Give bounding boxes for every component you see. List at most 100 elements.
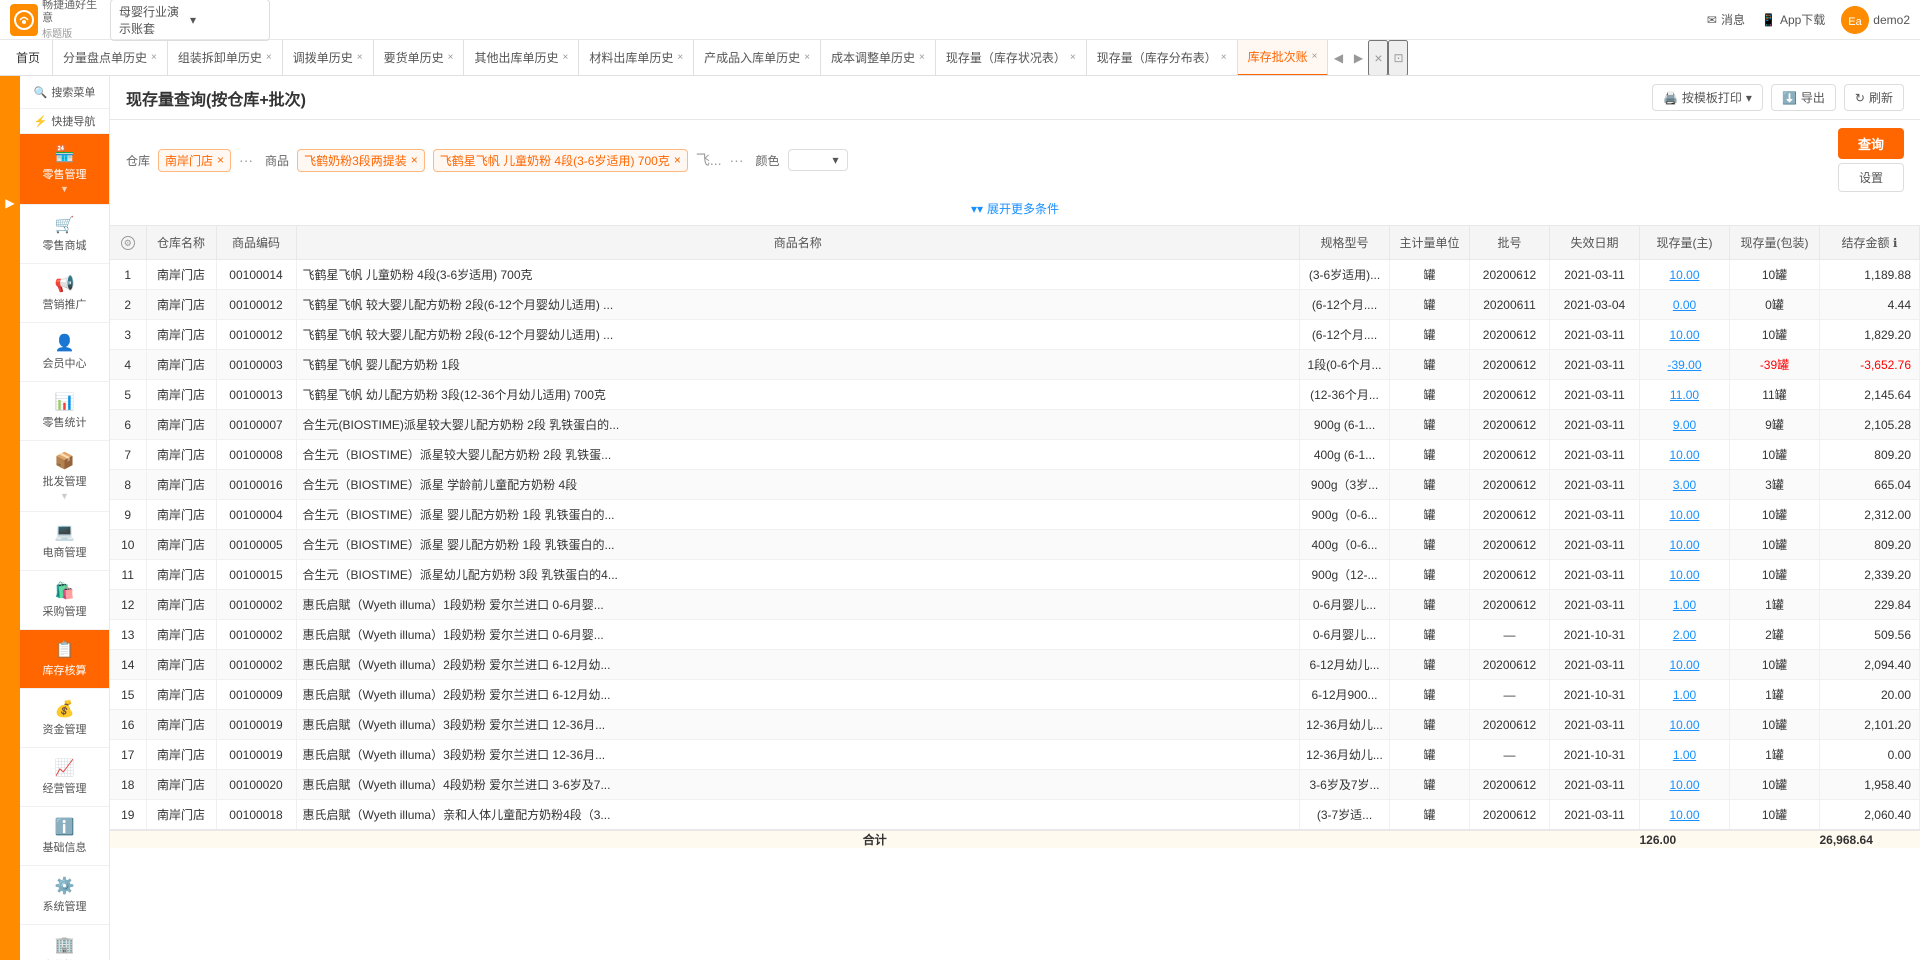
cell-stock-main[interactable]: 10.00 — [1640, 500, 1730, 530]
cell-stock-main[interactable]: 10.00 — [1640, 560, 1730, 590]
tab-close-all-btn[interactable]: × — [1368, 40, 1388, 76]
logo-sub: 标题版 — [42, 25, 100, 40]
cell-product-name: 飞鹤星飞帆 幼儿配方奶粉 3段(12-36个月幼儿适用) 700克 — [296, 380, 1300, 410]
cell-stock-main[interactable]: 1.00 — [1640, 590, 1730, 620]
product-more[interactable]: 飞... — [696, 150, 722, 170]
cell-batch: 20200612 — [1470, 380, 1550, 410]
sidebar-item-finance[interactable]: 💰 资金管理 — [20, 689, 109, 748]
cell-stock-main[interactable]: 10.00 — [1640, 260, 1730, 290]
tab-bar: 首页 分量盘点单历史 × 组装拆卸单历史 × 调拨单历史 × 要货单历史 × 其… — [0, 40, 1920, 76]
tab-close-req[interactable]: × — [448, 52, 454, 63]
cell-expire: 2021-03-11 — [1550, 590, 1640, 620]
message-icon: ✉ — [1707, 13, 1717, 27]
tab-req-history[interactable]: 要货单历史 × — [374, 40, 465, 76]
cell-stock-main[interactable]: -39.00 — [1640, 350, 1730, 380]
settings-col-icon[interactable]: ⚙ — [121, 236, 135, 250]
tab-close-cost-adjust[interactable]: × — [919, 52, 925, 63]
tab-max-btn[interactable]: ⊡ — [1388, 40, 1408, 76]
sidebar-item-inventory[interactable]: 📋 库存核算 — [20, 630, 109, 689]
tab-close-split[interactable]: × — [151, 52, 157, 63]
warehouse-filter-tag[interactable]: 南岸门店 × — [158, 149, 231, 172]
tab-close-other-out[interactable]: × — [562, 52, 568, 63]
sidebar-search[interactable]: 🔍 搜索菜单 — [20, 76, 109, 109]
sidebar-item-enterprise[interactable]: 🏢 企业协同 — [20, 925, 109, 960]
sidebar-item-retail-mgmt[interactable]: 🏪 零售管理 ▼ — [20, 134, 109, 205]
tab-stock-dist[interactable]: 现存量（库存分布表） × — [1087, 40, 1238, 76]
warehouse-more[interactable]: ··· — [239, 152, 253, 168]
sidebar-item-ecommerce[interactable]: 💻 电商管理 — [20, 512, 109, 571]
sidebar-item-retail-store[interactable]: 🛒 零售商城 — [20, 205, 109, 264]
warehouse-tag-close[interactable]: × — [217, 153, 224, 167]
cell-unit: 罐 — [1390, 320, 1470, 350]
app-download-btn[interactable]: 📱 App下载 — [1761, 11, 1825, 28]
export-btn[interactable]: ⬇️ 导出 — [1771, 84, 1836, 111]
product-tag-2-close[interactable]: × — [674, 153, 681, 167]
cell-stock-main[interactable]: 10.00 — [1640, 320, 1730, 350]
refresh-btn[interactable]: ↻ 刷新 — [1844, 84, 1904, 111]
print-btn[interactable]: 🖨️ 按模板打印 ▾ — [1652, 84, 1763, 111]
tab-close-product-in[interactable]: × — [804, 52, 810, 63]
user-avatar-btn[interactable]: Ea demo2 — [1841, 6, 1910, 34]
tab-split-history[interactable]: 分量盘点单历史 × — [53, 40, 168, 76]
tab-close-material-out[interactable]: × — [677, 52, 683, 63]
sidebar-quick-nav[interactable]: ⚡ 快捷导航 — [20, 109, 109, 134]
cell-stock-main[interactable]: 11.00 — [1640, 380, 1730, 410]
product-more-dots[interactable]: ··· — [730, 152, 744, 168]
header-actions: 🖨️ 按模板打印 ▾ ⬇️ 导出 ↻ 刷新 — [1652, 84, 1904, 111]
cell-stock-main[interactable]: 10.00 — [1640, 770, 1730, 800]
cell-stock-pack: 1罐 — [1730, 590, 1820, 620]
search-btn[interactable]: 查询 — [1838, 128, 1904, 159]
tab-close-stock-status[interactable]: × — [1070, 52, 1076, 63]
tab-prev-btn[interactable]: ◀ — [1328, 40, 1348, 76]
cell-stock-main[interactable]: 1.00 — [1640, 740, 1730, 770]
tab-next-btn[interactable]: ▶ — [1348, 40, 1368, 76]
cell-stock-main[interactable]: 9.00 — [1640, 410, 1730, 440]
sidebar-item-retail-stats[interactable]: 📊 零售统计 — [20, 382, 109, 441]
cell-stock-main[interactable]: 1.00 — [1640, 680, 1730, 710]
sidebar-item-member[interactable]: 👤 会员中心 — [20, 323, 109, 382]
cell-stock-main[interactable]: 10.00 — [1640, 800, 1730, 831]
inventory-table: ⚙ 仓库名称 商品编码 商品名称 规格型号 主计量单位 批号 失效日期 现存量(… — [110, 226, 1920, 848]
tab-cost-adjust[interactable]: 成本调整单历史 × — [821, 40, 936, 76]
cell-stock-main[interactable]: 0.00 — [1640, 290, 1730, 320]
col-settings[interactable]: ⚙ — [110, 226, 146, 260]
tab-product-in[interactable]: 产成品入库单历史 × — [694, 40, 821, 76]
sidebar-item-purchase[interactable]: 🛍️ 采购管理 — [20, 571, 109, 630]
tab-close-stock-dist[interactable]: × — [1221, 52, 1227, 63]
message-btn[interactable]: ✉ 消息 — [1707, 11, 1745, 28]
product-tag-1[interactable]: 飞鹤奶粉3段两提装 × — [297, 149, 425, 172]
tab-check-history[interactable]: 调拨单历史 × — [283, 40, 374, 76]
tab-batch-account[interactable]: 库存批次账 × — [1238, 40, 1329, 76]
sidebar-item-wholesale[interactable]: 📦 批发管理 ▼ — [20, 441, 109, 512]
settings-btn[interactable]: 设置 — [1838, 163, 1904, 192]
tab-home[interactable]: 首页 — [4, 40, 53, 76]
cell-stock-main[interactable]: 10.00 — [1640, 440, 1730, 470]
sidebar-item-basic[interactable]: ℹ️ 基础信息 — [20, 807, 109, 866]
expand-conditions-btn[interactable]: ▾▾ 展开更多条件 — [126, 200, 1904, 217]
color-dropdown[interactable]: ▾ — [788, 149, 848, 171]
product-tag-2[interactable]: 飞鹤星飞帆 儿童奶粉 4段(3-6岁适用) 700克 × — [433, 149, 688, 172]
cell-stock-main[interactable]: 10.00 — [1640, 530, 1730, 560]
sidebar-item-system[interactable]: ⚙️ 系统管理 — [20, 866, 109, 925]
cell-expire: 2021-03-11 — [1550, 350, 1640, 380]
cell-stock-main[interactable]: 3.00 — [1640, 470, 1730, 500]
sidebar-item-marketing[interactable]: 📢 营销推广 — [20, 264, 109, 323]
footer-balance: 26,968.64 — [1820, 830, 1920, 848]
table-row: 15 南岸门店 00100009 惠氏启賦（Wyeth illuma）2段奶粉 … — [110, 680, 1920, 710]
product-tag-1-close[interactable]: × — [411, 153, 418, 167]
tab-stock-status[interactable]: 现存量（库存状况表） × — [936, 40, 1087, 76]
cell-stock-main[interactable]: 10.00 — [1640, 710, 1730, 740]
org-selector[interactable]: 母婴行业演示账套 ▾ — [110, 0, 270, 41]
cell-stock-main[interactable]: 10.00 — [1640, 650, 1730, 680]
sidebar-toggle[interactable]: ▶ — [0, 76, 20, 960]
cell-spec: 400g (6-1... — [1300, 440, 1390, 470]
tab-close-disassemble[interactable]: × — [266, 52, 272, 63]
cell-no: 5 — [110, 380, 146, 410]
tab-disassemble-history[interactable]: 组装拆卸单历史 × — [168, 40, 283, 76]
sidebar-item-operations[interactable]: 📈 经营管理 — [20, 748, 109, 807]
tab-material-out[interactable]: 材料出库单历史 × — [579, 40, 694, 76]
cell-stock-main[interactable]: 2.00 — [1640, 620, 1730, 650]
tab-close-check[interactable]: × — [357, 52, 363, 63]
tab-close-batch[interactable]: × — [1312, 51, 1318, 62]
tab-other-out[interactable]: 其他出库单历史 × — [464, 40, 579, 76]
